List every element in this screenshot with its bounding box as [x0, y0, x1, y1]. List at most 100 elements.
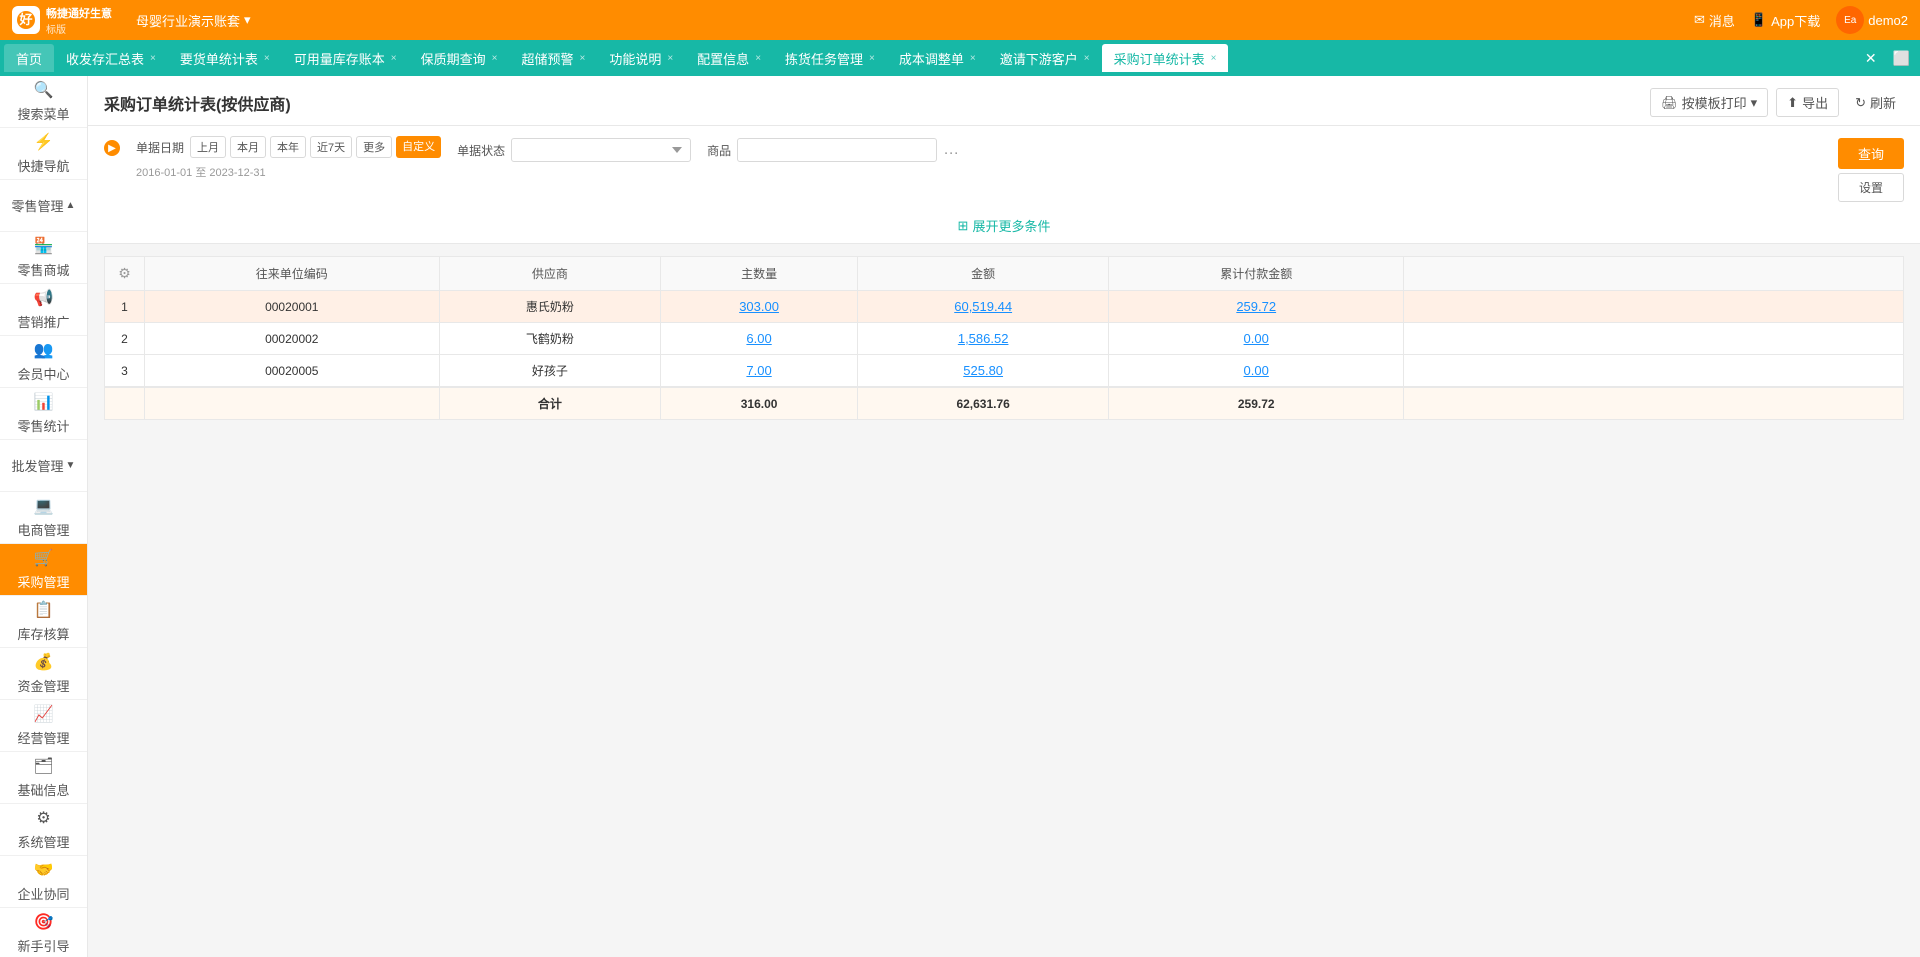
basic-icon: 🗂 [33, 756, 53, 776]
expand-down-icon: ⊞ [958, 218, 969, 234]
status-filter: 单据状态 全部 待审核 已审核 [457, 138, 691, 162]
tab-keyongliang[interactable]: 可用量库存账本 × [282, 44, 409, 72]
tab-home[interactable]: 首页 [4, 44, 54, 72]
close-icon[interactable]: × [391, 53, 397, 64]
tab-paihuo[interactable]: 拣货任务管理 × [773, 44, 887, 72]
th-quantity: 主数量 [661, 257, 858, 291]
close-icon[interactable]: × [579, 53, 585, 64]
sidebar-item-operation[interactable]: 📈 经营管理 [0, 700, 87, 752]
close-icon[interactable]: × [264, 53, 270, 64]
cell-paid: 259.72 [1109, 291, 1404, 323]
query-button[interactable]: 查询 [1838, 138, 1904, 169]
guide-icon: 🎯 [34, 912, 54, 932]
cell-quantity: 7.00 [661, 355, 858, 388]
th-paid: 累计付款金额 [1109, 257, 1404, 291]
close-icon[interactable]: × [1211, 53, 1217, 64]
status-select[interactable]: 全部 待审核 已审核 [511, 138, 691, 162]
table-footer-row: 合计 316.00 62,631.76 259.72 [105, 387, 1904, 420]
cell-extra [1404, 355, 1904, 388]
sidebar: 🔍 搜索菜单 ⚡ 快捷导航 零售管理 ▲ 🏪 零售商城 📢 营销推广 👥 会员中… [0, 76, 88, 957]
sidebar-item-purchase[interactable]: 🛒 采购管理 [0, 544, 87, 596]
cell-no: 2 [105, 323, 145, 355]
sidebar-item-system[interactable]: ⚙ 系统管理 [0, 804, 87, 856]
shop-icon: 🏪 [34, 236, 54, 256]
sidebar-item-wholesale[interactable]: 批发管理 ▼ [0, 440, 87, 492]
date-this-month-btn[interactable]: 本月 [230, 136, 266, 158]
date-last-month-btn[interactable]: 上月 [190, 136, 226, 158]
refresh-button[interactable]: ↻ 刷新 [1847, 89, 1904, 116]
close-icon[interactable]: × [755, 53, 761, 64]
date-custom-badge: 自定义 [396, 136, 441, 158]
more-options-icon[interactable]: … [943, 141, 959, 159]
date-this-year-btn[interactable]: 本年 [270, 136, 306, 158]
sidebar-item-basic[interactable]: 🗂 基础信息 [0, 752, 87, 804]
close-all-btn[interactable]: ✕ [1859, 48, 1883, 69]
stat-icon: 📊 [34, 392, 54, 412]
workspace-arrow: ▾ [244, 12, 251, 28]
th-gear: ⚙ [105, 257, 145, 291]
tab-peizhi[interactable]: 配置信息 × [685, 44, 773, 72]
cell-amount: 525.80 [857, 355, 1109, 388]
page-actions: 🖨 按模板打印 ▾ ⬆ 导出 ↻ 刷新 [1650, 88, 1904, 117]
print-button[interactable]: 🖨 按模板打印 ▾ [1650, 88, 1768, 117]
tab-shoufazong[interactable]: 收发存汇总表 × [54, 44, 168, 72]
close-icon[interactable]: × [869, 53, 875, 64]
sidebar-item-retailstat[interactable]: 📊 零售统计 [0, 388, 87, 440]
sidebar-item-ecommerce[interactable]: 💻 电商管理 [0, 492, 87, 544]
sidebar-item-inventory[interactable]: 📋 库存核算 [0, 596, 87, 648]
sidebar-item-retail[interactable]: 零售管理 ▲ [0, 180, 87, 232]
main-layout: 🔍 搜索菜单 ⚡ 快捷导航 零售管理 ▲ 🏪 零售商城 📢 营销推广 👥 会员中… [0, 76, 1920, 957]
date-more-btn[interactable]: 更多 [356, 136, 392, 158]
tab-chachuyujing[interactable]: 超储预警 × [509, 44, 597, 72]
table-header-row: ⚙ 往来单位编码 供应商 主数量 金额 累计付款金额 [105, 257, 1904, 291]
tab-yaoqing[interactable]: 邀请下游客户 × [988, 44, 1102, 72]
sidebar-item-search[interactable]: 🔍 搜索菜单 [0, 76, 87, 128]
table-row: 3 00020005 好孩子 7.00 525.80 0.00 [105, 355, 1904, 388]
tab-baozhi[interactable]: 保质期查询 × [409, 44, 510, 72]
table-row: 1 00020001 惠氏奶粉 303.00 60,519.44 259.72 [105, 291, 1904, 323]
sidebar-item-member[interactable]: 👥 会员中心 [0, 336, 87, 388]
goods-input[interactable] [737, 138, 937, 162]
sidebar-item-enterprise[interactable]: 🤝 企业协同 [0, 856, 87, 908]
date-range: 2016-01-01 至 2023-12-31 [136, 164, 441, 180]
tab-caigou[interactable]: 采购订单统计表 × [1102, 44, 1229, 72]
sidebar-item-finance[interactable]: 💰 资金管理 [0, 648, 87, 700]
sidebar-item-retailshop[interactable]: 🏪 零售商城 [0, 232, 87, 284]
expand-arrow-icon: ▲ [66, 200, 76, 211]
tab-gongneng[interactable]: 功能说明 × [597, 44, 685, 72]
message-btn[interactable]: ✉ 消息 [1694, 11, 1735, 30]
restore-btn[interactable]: ⬜ [1887, 48, 1916, 69]
workspace-selector[interactable]: 母婴行业演示账套 ▾ [136, 11, 251, 30]
message-icon: ✉ [1694, 12, 1705, 28]
footer-paid: 259.72 [1109, 387, 1404, 420]
avatar: Ea [1836, 6, 1864, 34]
cell-no: 1 [105, 291, 145, 323]
ecommerce-icon: 💻 [34, 496, 54, 516]
expand-more-btn[interactable]: ⊞ 展开更多条件 [958, 216, 1051, 235]
date-7days-btn[interactable]: 近7天 [310, 136, 352, 158]
sidebar-item-newguide[interactable]: 🎯 新手引导 [0, 908, 87, 957]
cell-amount: 60,519.44 [857, 291, 1109, 323]
user-area[interactable]: Ea demo2 [1836, 6, 1908, 34]
nav-actions: ✕ ⬜ [1859, 48, 1916, 69]
system-icon: ⚙ [36, 808, 50, 828]
cell-no: 3 [105, 355, 145, 388]
close-icon[interactable]: × [492, 53, 498, 64]
sidebar-item-marketing[interactable]: 📢 营销推广 [0, 284, 87, 336]
column-gear-icon[interactable]: ⚙ [118, 265, 131, 281]
close-icon[interactable]: × [1084, 53, 1090, 64]
tab-yaohuodan[interactable]: 要货单统计表 × [168, 44, 282, 72]
logo-icon: 好 [12, 6, 40, 34]
tab-chengben[interactable]: 成本调整单 × [887, 44, 988, 72]
footer-amount: 62,631.76 [857, 387, 1109, 420]
close-icon[interactable]: × [667, 53, 673, 64]
app-download-btn[interactable]: 📱 App下载 [1751, 11, 1820, 30]
cell-code: 00020002 [145, 323, 440, 355]
cell-extra [1404, 291, 1904, 323]
export-button[interactable]: ⬆ 导出 [1776, 88, 1839, 117]
close-icon[interactable]: × [970, 53, 976, 64]
setting-button[interactable]: 设置 [1838, 173, 1904, 202]
close-icon[interactable]: × [150, 53, 156, 64]
sidebar-item-quicknav[interactable]: ⚡ 快捷导航 [0, 128, 87, 180]
toggle-filter-btn[interactable]: ▶ [104, 140, 120, 156]
